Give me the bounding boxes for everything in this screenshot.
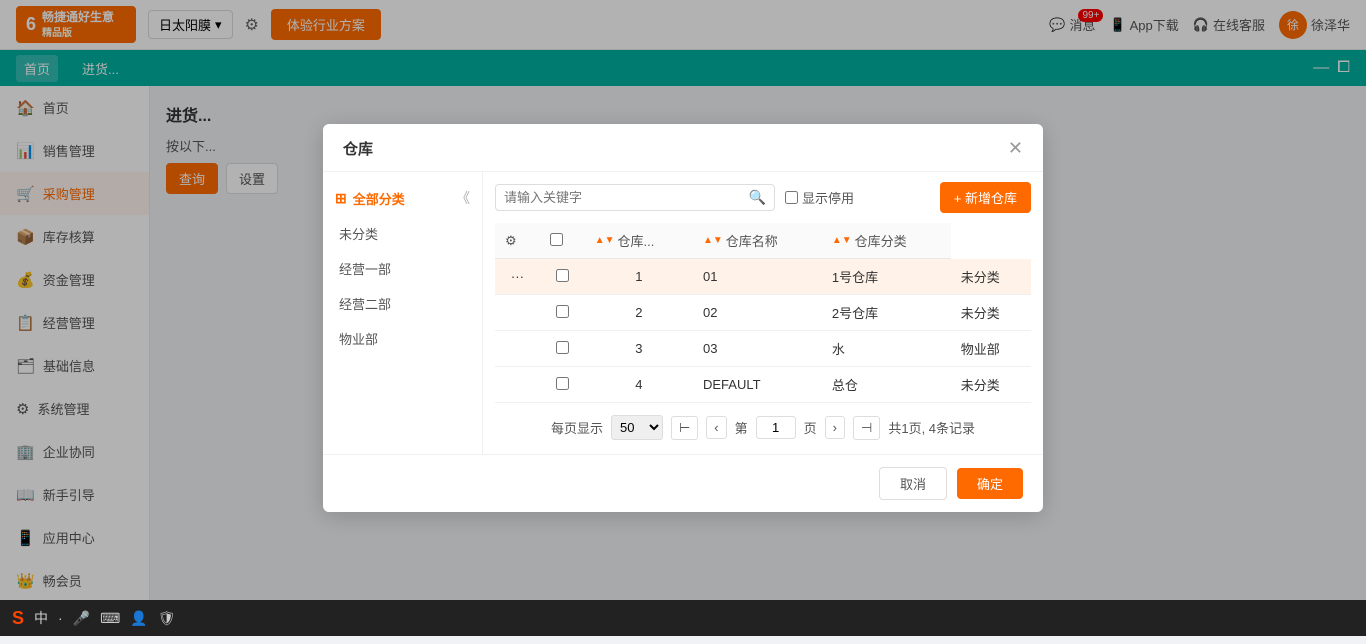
cat-item-operations1[interactable]: 经营一部 [323,251,482,286]
all-categories-label: 全部分类 [353,189,405,208]
row-checkbox[interactable] [556,305,569,318]
dialog-header: 仓库 ✕ [323,124,1043,172]
select-all-checkbox[interactable] [550,233,563,246]
confirm-button[interactable]: 确定 [957,468,1023,499]
modal-overlay: 仓库 ✕ ⊞ 全部分类 《 未分类 经营一部 经营二部 物业部 [0,0,1366,636]
add-warehouse-button[interactable]: + 新增仓库 [940,182,1031,213]
row-code: 02 [693,295,822,331]
per-page-select[interactable]: 50 100 [611,415,663,440]
page-suffix: 页 [804,418,817,437]
row-more-icon[interactable] [495,331,540,367]
table-row[interactable]: 4 DEFAULT 总仓 未分类 [495,367,1031,403]
taskbar-zh[interactable]: 中 [34,608,48,628]
show-disabled-checkbox[interactable] [785,191,798,204]
page-number-input[interactable] [756,416,796,439]
row-category: 未分类 [951,295,1031,331]
row-more-icon[interactable] [495,295,540,331]
table-panel: 🔍 显示停用 + 新增仓库 ⚙ [483,172,1043,454]
table-settings-icon[interactable]: ⚙ [505,233,517,248]
row-name: 总仓 [822,367,951,403]
cat-item-operations2[interactable]: 经营二部 [323,286,482,321]
page-label: 第 [735,418,748,437]
row-name: 2号仓库 [822,295,951,331]
cat-item-unclassified[interactable]: 未分类 [323,216,482,251]
collapse-button[interactable]: 《 [456,188,470,208]
pagination: 每页显示 50 100 ⊢ ‹ 第 页 › ⊣ 共1页, 4条记录 [495,403,1031,444]
row-number: 4 [585,367,693,403]
taskbar-person[interactable]: 👤 [130,610,147,627]
last-page-button[interactable]: ⊣ [853,416,880,440]
row-checkbox-cell [540,331,585,367]
row-name: 水 [822,331,951,367]
row-number: 1 [585,259,693,295]
dialog-close-button[interactable]: ✕ [1008,138,1023,159]
row-checkbox[interactable] [556,377,569,390]
row-checkbox-cell [540,295,585,331]
table-row[interactable]: 3 03 水 物业部 [495,331,1031,367]
first-page-button[interactable]: ⊢ [671,416,698,440]
table-header-row: ⚙ ▲▼ 仓库... [495,223,1031,259]
row-checkbox-cell [540,259,585,295]
all-categories-button[interactable]: ⊞ 全部分类 《 [323,180,482,216]
row-code: DEFAULT [693,367,822,403]
taskbar-keyboard[interactable]: ⌨ [100,610,120,627]
row-checkbox-cell [540,367,585,403]
row-code: 01 [693,259,822,295]
warehouse-table: ⚙ ▲▼ 仓库... [495,223,1031,403]
cancel-button[interactable]: 取消 [879,467,947,500]
row-checkbox[interactable] [556,269,569,282]
taskbar-mic[interactable]: 🎤 [73,610,90,627]
col-settings: ⚙ [495,223,540,259]
prev-page-button[interactable]: ‹ [706,416,726,439]
search-icon: 🔍 [749,189,766,206]
col-category: ▲▼ 仓库分类 [822,223,951,259]
grid-icon: ⊞ [335,190,347,207]
search-row: 🔍 显示停用 + 新增仓库 [495,182,1031,213]
warehouse-dialog: 仓库 ✕ ⊞ 全部分类 《 未分类 经营一部 经营二部 物业部 [323,124,1043,512]
row-number: 3 [585,331,693,367]
row-category: 物业部 [951,331,1031,367]
per-page-label: 每页显示 [551,418,603,437]
col-name: ▲▼ 仓库名称 [693,223,822,259]
taskbar-shield[interactable]: 🛡 [158,610,176,627]
cat-item-property[interactable]: 物业部 [323,321,482,356]
taskbar: S 中 · 🎤 ⌨ 👤 🛡 [0,600,1366,636]
table-row[interactable]: ··· 1 01 1号仓库 未分类 [495,259,1031,295]
row-category: 未分类 [951,367,1031,403]
show-disabled-label: 显示停用 [785,188,854,207]
table-row[interactable]: 2 02 2号仓库 未分类 [495,295,1031,331]
dialog-title: 仓库 [343,138,373,159]
dialog-body: ⊞ 全部分类 《 未分类 经营一部 经营二部 物业部 🔍 [323,172,1043,454]
row-more-icon[interactable] [495,367,540,403]
row-name: 1号仓库 [822,259,951,295]
sort-icon2: ▲▼ [703,235,723,246]
category-panel: ⊞ 全部分类 《 未分类 经营一部 经营二部 物业部 [323,172,483,454]
dialog-footer: 取消 确定 [323,454,1043,512]
row-code: 03 [693,331,822,367]
total-info: 共1页, 4条记录 [888,418,975,437]
row-more-icon[interactable]: ··· [495,259,540,295]
col-checkbox [540,223,585,259]
search-box: 🔍 [495,184,775,211]
sort-icon: ▲▼ [595,235,615,246]
row-category: 未分类 [951,259,1031,295]
taskbar-logo: S [12,608,24,629]
next-page-button[interactable]: › [825,416,845,439]
sort-icon3: ▲▼ [832,235,852,246]
taskbar-dot: · [58,610,63,626]
col-code: ▲▼ 仓库... [585,223,693,259]
row-number: 2 [585,295,693,331]
search-input[interactable] [504,190,743,205]
row-checkbox[interactable] [556,341,569,354]
